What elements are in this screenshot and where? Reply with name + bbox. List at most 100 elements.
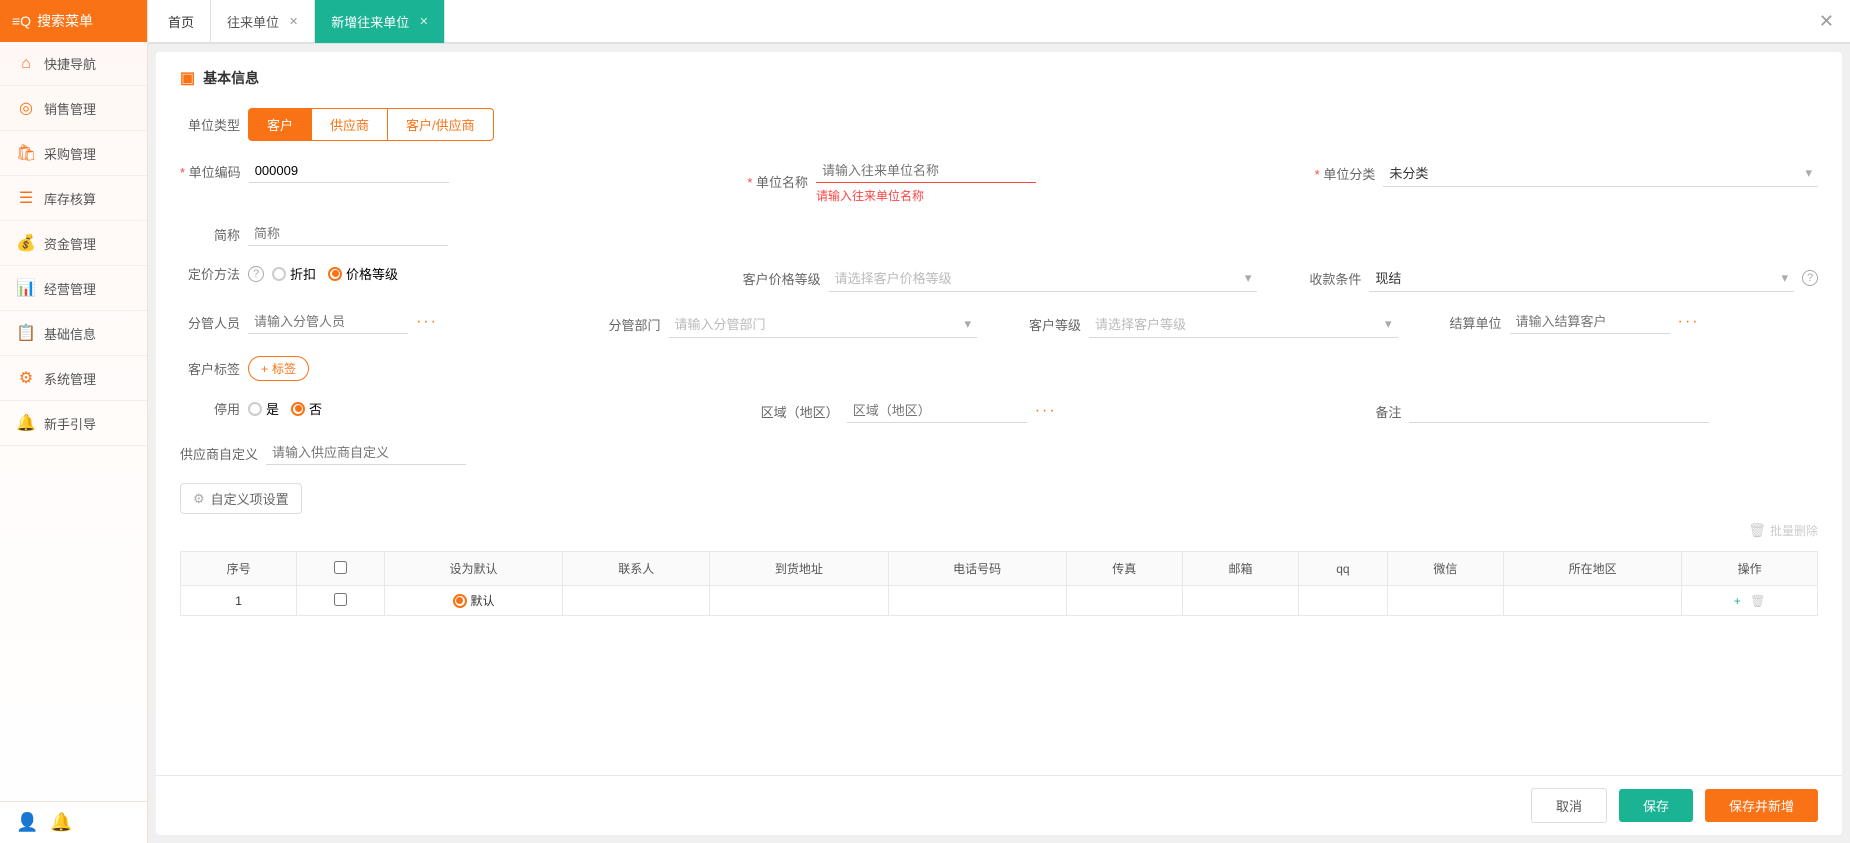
sidebar-bottom: 👤 🔔 <box>0 801 147 843</box>
col-wechat: 微信 <box>1387 552 1503 586</box>
supplier-custom-input[interactable] <box>266 441 466 465</box>
payment-terms-group: 收款条件 现结 ▾ ? <box>1301 264 1818 292</box>
col-qq: qq <box>1299 552 1388 586</box>
sidebar-item-label: 销售管理 <box>44 99 96 118</box>
radio-yes[interactable]: 是 <box>248 399 279 418</box>
sidebar-item-label: 经营管理 <box>44 279 96 298</box>
tab-bar: 首页 往来单位 ✕ 新增往来单位 ✕ ✕ <box>148 0 1850 44</box>
row-checkbox[interactable] <box>334 593 347 606</box>
supplier-custom-row: 供应商自定义 <box>180 441 1818 465</box>
settlement-unit-input[interactable] <box>1510 310 1670 334</box>
add-tag-button[interactable]: + 标签 <box>248 356 309 381</box>
sidebar-item-label: 采购管理 <box>44 144 96 163</box>
operations-icon: 📊 <box>16 278 36 298</box>
system-icon: ⚙ <box>16 368 36 388</box>
short-name-input[interactable] <box>248 222 448 246</box>
select-all-checkbox[interactable] <box>334 561 347 574</box>
main-area: 首页 往来单位 ✕ 新增往来单位 ✕ ✕ ▣ 基本信息 单位类型 <box>148 0 1850 843</box>
sidebar-item-quick-nav[interactable]: ⌂ 快捷导航 <box>0 42 147 86</box>
payment-terms-select[interactable]: 现结 ▾ <box>1369 264 1794 292</box>
customer-tag-group: 客户标签 + 标签 <box>180 356 1818 381</box>
row-check[interactable] <box>297 586 385 616</box>
unit-category-select[interactable]: 未分类 ▾ <box>1383 159 1818 187</box>
sidebar-item-purchase[interactable]: 🛍 采购管理 <box>0 131 147 176</box>
col-num: 序号 <box>181 552 297 586</box>
delete-row-icon[interactable]: 🗑 <box>1750 594 1765 608</box>
customer-price-level-group: 客户价格等级 请选择客户价格等级 ▾ <box>741 264 1258 292</box>
search-icon: ≡Q <box>12 13 31 29</box>
customer-level-select[interactable]: 请选择客户等级 ▾ <box>1089 310 1398 338</box>
code-name-category-row: 单位编码 单位名称 请输入往来单位名称 单位分类 未分类 ▾ <box>180 159 1818 204</box>
customer-price-level-select[interactable]: 请选择客户价格等级 ▾ <box>829 264 1258 292</box>
radio-no-label: 否 <box>309 399 322 418</box>
radio-price-level-label: 价格等级 <box>346 264 398 283</box>
tab-home[interactable]: 首页 <box>152 0 211 43</box>
sidebar-item-finance[interactable]: 💰 资金管理 <box>0 221 147 266</box>
notification-icon[interactable]: 🔔 <box>50 812 72 833</box>
row-qq <box>1299 586 1388 616</box>
pricing-help-icon[interactable]: ? <box>248 266 264 282</box>
close-all-button[interactable]: ✕ <box>1807 11 1846 32</box>
department-group: 分管部门 请输入分管部门 ▾ <box>601 310 978 338</box>
cancel-button[interactable]: 取消 <box>1531 788 1607 823</box>
row-action: + 🗑 <box>1682 586 1818 616</box>
sidebar-search[interactable]: ≡Q 搜索菜单 <box>0 0 147 42</box>
sidebar-item-basics[interactable]: 📋 基础信息 <box>0 311 147 356</box>
customer-tag-row: 客户标签 + 标签 <box>180 356 1818 381</box>
unit-code-input[interactable] <box>249 159 449 183</box>
unit-category-label: 单位分类 <box>1315 164 1376 183</box>
sidebar-item-inventory[interactable]: ☰ 库存核算 <box>0 176 147 221</box>
unit-name-input[interactable] <box>816 159 1036 183</box>
add-row-icon[interactable]: + <box>1734 594 1741 608</box>
sidebar-item-guide[interactable]: 🔔 新手引导 <box>0 401 147 446</box>
chevron-down-icon3: ▾ <box>1781 270 1788 286</box>
inventory-icon: ☰ <box>16 188 36 208</box>
manager-input[interactable] <box>248 310 408 334</box>
col-phone: 电话号码 <box>888 552 1066 586</box>
row-default-radio[interactable]: 默认 <box>395 592 552 609</box>
col-email: 邮箱 <box>1182 552 1298 586</box>
sidebar-item-sales[interactable]: ◎ 销售管理 <box>0 86 147 131</box>
radio-discount[interactable]: 折扣 <box>272 264 316 283</box>
save-button[interactable]: 保存 <box>1619 789 1693 822</box>
remarks-input[interactable] <box>1409 399 1709 423</box>
radio-price-level[interactable]: 价格等级 <box>328 264 398 283</box>
sidebar-item-operations[interactable]: 📊 经营管理 <box>0 266 147 311</box>
custom-settings-button[interactable]: ⚙ 自定义项设置 <box>180 483 302 514</box>
save-new-button[interactable]: 保存并新增 <box>1705 789 1818 822</box>
sidebar-item-label: 库存核算 <box>44 189 96 208</box>
customer-level-group: 客户等级 请选择客户等级 ▾ <box>1021 310 1398 338</box>
payment-terms-value: 现结 <box>1375 268 1401 287</box>
type-btn-both[interactable]: 客户/供应商 <box>387 108 494 141</box>
tab-partners-close[interactable]: ✕ <box>289 15 298 28</box>
type-btn-supplier[interactable]: 供应商 <box>311 108 387 141</box>
col-region: 所在地区 <box>1503 552 1681 586</box>
col-check <box>297 552 385 586</box>
tab-new-partner-close[interactable]: ✕ <box>419 15 428 28</box>
type-btn-customer[interactable]: 客户 <box>248 108 311 141</box>
remarks-group: 备注 <box>1341 399 1818 423</box>
region-input[interactable] <box>847 399 1027 423</box>
disabled-label: 停用 <box>180 399 240 418</box>
sidebar-item-label: 基础信息 <box>44 324 96 343</box>
batch-delete-label[interactable]: 批量删除 <box>1770 522 1818 539</box>
tab-new-partner-label: 新增往来单位 <box>331 12 409 31</box>
settlement-more-icon[interactable]: ··· <box>1678 313 1700 331</box>
payment-help-icon[interactable]: ? <box>1802 270 1818 286</box>
pricing-method-label: 定价方法 <box>180 264 240 283</box>
region-more-icon[interactable]: ··· <box>1035 402 1057 420</box>
customer-level-label: 客户等级 <box>1021 315 1081 334</box>
radio-no[interactable]: 否 <box>291 399 322 418</box>
tab-new-partner[interactable]: 新增往来单位 ✕ <box>315 0 445 43</box>
sidebar-item-system[interactable]: ⚙ 系统管理 <box>0 356 147 401</box>
unit-name-label: 单位名称 <box>747 172 808 191</box>
department-select[interactable]: 请输入分管部门 ▾ <box>669 310 978 338</box>
section-basic-info: ▣ 基本信息 <box>180 68 1818 88</box>
tab-partners[interactable]: 往来单位 ✕ <box>211 0 315 43</box>
radio-price-level-circle <box>328 267 342 281</box>
radio-yes-label: 是 <box>266 399 279 418</box>
manager-more-icon[interactable]: ··· <box>416 313 438 331</box>
user-avatar[interactable]: 👤 <box>16 812 38 833</box>
row-address <box>710 586 888 616</box>
finance-icon: 💰 <box>16 233 36 253</box>
